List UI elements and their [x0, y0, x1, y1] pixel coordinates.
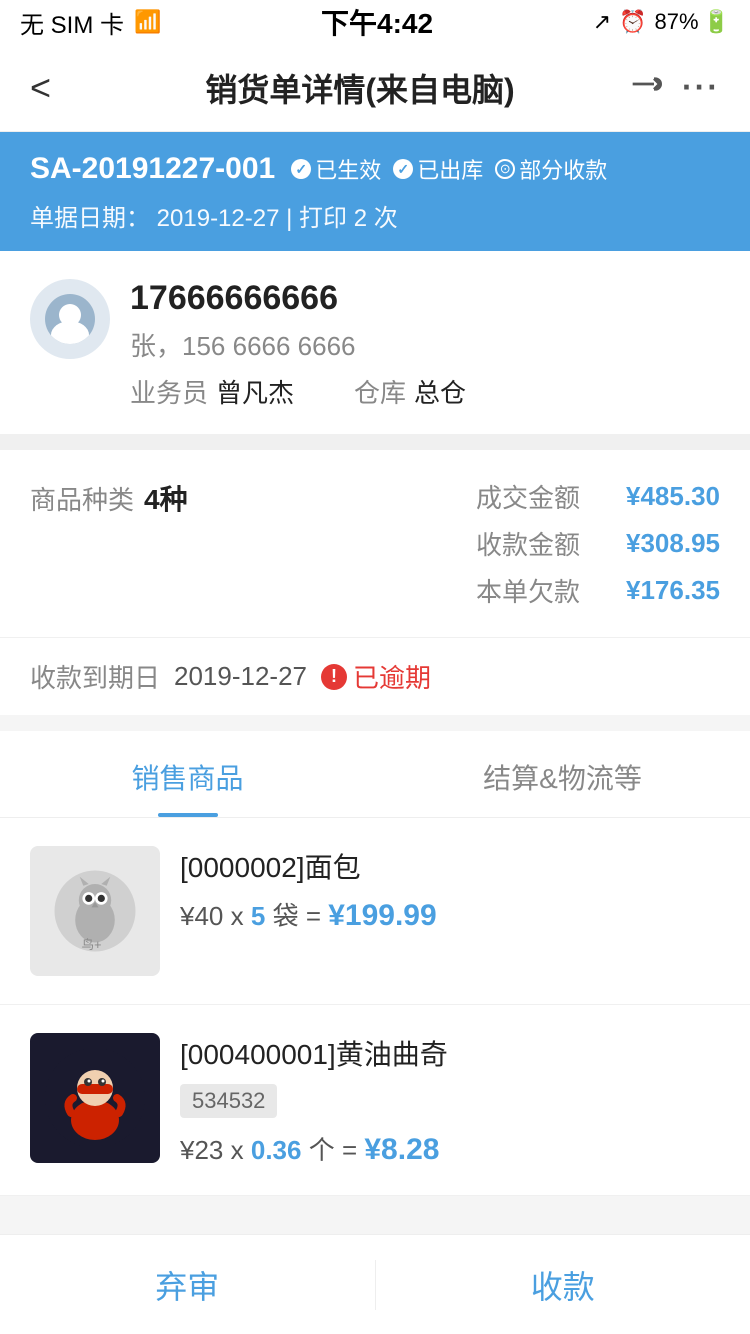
location-icon: ↗: [593, 9, 611, 35]
customer-phone: 张，156 6666 6666: [130, 326, 720, 363]
order-header-band: SA-20191227-001 ✓ 已生效 ✓ 已出库 ⊙ 部分收款 单据日期：…: [0, 132, 750, 251]
salesperson-label: 业务员: [130, 373, 208, 410]
badge-effective: ✓ 已生效: [291, 153, 381, 185]
check-icon-2: ✓: [393, 159, 413, 179]
wifi-icon: 📶: [134, 9, 161, 35]
overdue-icon: !: [321, 664, 347, 690]
back-button[interactable]: <: [30, 67, 90, 109]
customer-section: 17666666666 张，156 6666 6666 业务员 曾凡杰 仓库 总…: [0, 251, 750, 434]
category-stat: 商品种类 4种: [30, 478, 188, 518]
category-label: 商品种类: [30, 480, 134, 517]
due-date-label: 收款到期日: [30, 658, 160, 695]
customer-name: 17666666666: [130, 279, 720, 318]
salesperson-item: 业务员 曾凡杰: [130, 373, 294, 410]
status-badges: ✓ 已生效 ✓ 已出库 ⊙ 部分收款: [291, 153, 607, 185]
tabs-row: 销售商品 结算&物流等: [0, 731, 750, 818]
tab-settlement-logistics[interactable]: 结算&物流等: [375, 731, 750, 817]
product-item-2: [000400001]黄油曲奇 534532 ¥23 x 0.36 个 = ¥8…: [0, 1005, 750, 1196]
amount-value: ¥485.30: [600, 481, 720, 512]
badge-payment: ⊙ 部分收款: [495, 153, 607, 185]
due-date-value: 2019-12-27: [174, 661, 307, 692]
debt-row: 本单欠款 ¥176.35: [476, 572, 720, 609]
warehouse-value: 总仓: [414, 373, 466, 410]
warehouse-label: 仓库: [354, 373, 406, 410]
product-qty-2: 0.36: [251, 1135, 302, 1165]
product-name-1: [0000002]面包: [180, 846, 720, 886]
received-label: 收款金额: [476, 525, 580, 562]
alarm-icon: ⏰: [619, 9, 646, 35]
thumb-placeholder-1: 鸟+: [30, 846, 160, 976]
financial-stats: 成交金额 ¥485.30 收款金额 ¥308.95 本单欠款 ¥176.35: [476, 478, 720, 609]
product-item: 鸟+ [0000002]面包 ¥40 x 5 袋 = ¥199.99: [0, 818, 750, 1005]
product-total-2: ¥8.28: [364, 1133, 439, 1166]
debt-value: ¥176.35: [600, 575, 720, 606]
product-qty-1: 5: [251, 901, 265, 931]
warehouse-item: 仓库 总仓: [354, 373, 466, 410]
product-sku-2: 534532: [180, 1084, 277, 1118]
product-total-1: ¥199.99: [328, 899, 436, 932]
status-bar: 无 SIM 卡 📶 下午4:42 ↗ ⏰ 87% 🔋: [0, 0, 750, 44]
check-icon: ✓: [291, 159, 311, 179]
overdue-text: 已逾期: [353, 658, 431, 695]
overdue-badge: ! 已逾期: [321, 658, 431, 695]
nav-bar: < 销货单详情(来自电脑) ···: [0, 44, 750, 132]
product-price-2: ¥23 x 0.36 个 = ¥8.28: [180, 1130, 720, 1167]
product-price-1: ¥40 x 5 袋 = ¥199.99: [180, 896, 720, 933]
avatar-image: [45, 294, 95, 344]
debt-label: 本单欠款: [476, 572, 580, 609]
cancel-button[interactable]: 弃审: [0, 1242, 375, 1328]
owl-icon: 鸟+: [50, 866, 140, 956]
tab-sales-products[interactable]: 销售商品: [0, 731, 375, 817]
products-list: 鸟+ [0000002]面包 ¥40 x 5 袋 = ¥199.99: [0, 818, 750, 1196]
product-info-1: [0000002]面包 ¥40 x 5 袋 = ¥199.99: [180, 846, 720, 933]
share-button[interactable]: [630, 68, 662, 108]
customer-meta: 业务员 曾凡杰 仓库 总仓: [130, 373, 720, 410]
divider-1: [0, 434, 750, 450]
carrier-text: 无 SIM 卡: [20, 5, 124, 40]
order-date-line: 单据日期： 2019-12-27 | 打印 2 次: [30, 198, 720, 233]
bottom-bar: 弃审 收款: [0, 1234, 750, 1334]
ninja-icon: [45, 1048, 145, 1148]
product-thumbnail-2: [30, 1033, 160, 1163]
battery-icon: 🔋: [703, 9, 730, 35]
status-left: 无 SIM 卡 📶: [20, 5, 161, 40]
avatar: [30, 279, 110, 359]
received-row: 收款金额 ¥308.95: [476, 525, 720, 562]
product-info-2: [000400001]黄油曲奇 534532 ¥23 x 0.36 个 = ¥8…: [180, 1033, 720, 1167]
order-number: SA-20191227-001: [30, 152, 275, 186]
more-button[interactable]: ···: [682, 69, 720, 106]
status-time: 下午4:42: [321, 2, 433, 42]
category-count: 4种: [144, 478, 188, 518]
amount-row: 成交金额 ¥485.30: [476, 478, 720, 515]
stats-section: 商品种类 4种 成交金额 ¥485.30 收款金额 ¥308.95 本单欠款 ¥…: [0, 450, 750, 637]
svg-text:鸟+: 鸟+: [82, 937, 102, 952]
salesperson-value: 曾凡杰: [216, 373, 294, 410]
tabs-section: 销售商品 结算&物流等: [0, 731, 750, 1196]
customer-info: 17666666666 张，156 6666 6666 业务员 曾凡杰 仓库 总…: [130, 279, 720, 410]
battery-indicator: 87% 🔋: [655, 9, 730, 35]
badge-shipped: ✓ 已出库: [393, 153, 483, 185]
product-name-2: [000400001]黄油曲奇: [180, 1033, 720, 1073]
clock-icon: ⊙: [495, 159, 515, 179]
product-thumbnail-1: 鸟+: [30, 846, 160, 976]
status-right: ↗ ⏰ 87% 🔋: [593, 9, 730, 35]
confirm-button[interactable]: 收款: [376, 1242, 750, 1328]
due-date-section: 收款到期日 2019-12-27 ! 已逾期: [0, 637, 750, 715]
received-value: ¥308.95: [600, 528, 720, 559]
page-title: 销货单详情(来自电脑): [205, 65, 514, 111]
nav-actions: ···: [630, 68, 720, 108]
amount-label: 成交金额: [476, 478, 580, 515]
